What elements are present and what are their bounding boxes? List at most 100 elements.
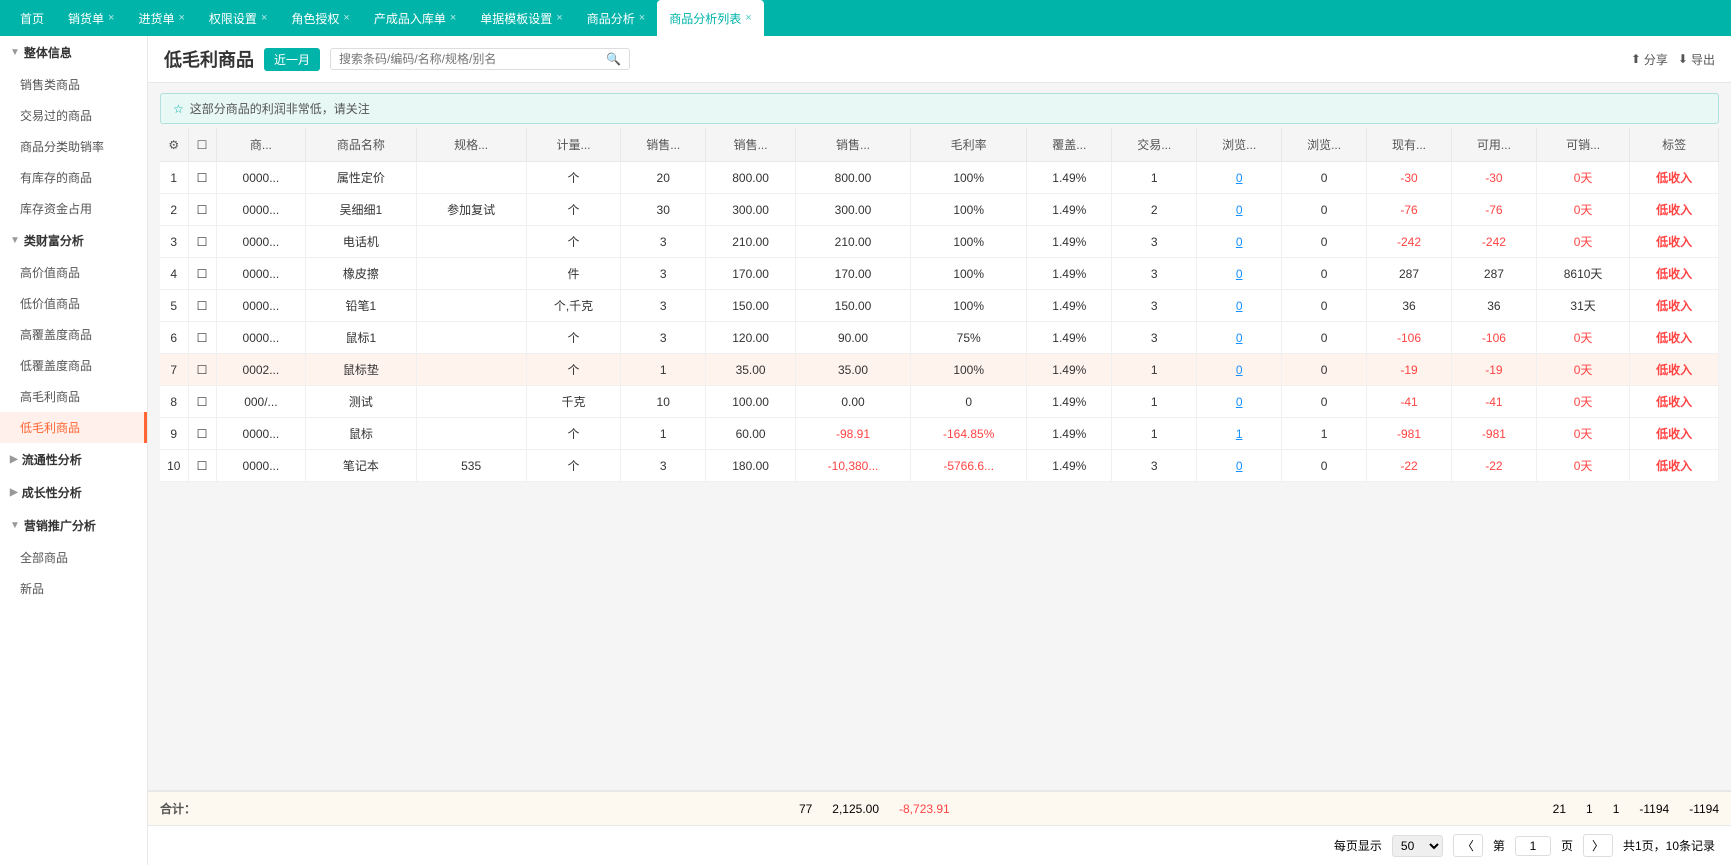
row-checkbox[interactable]: ☐: [188, 226, 216, 258]
unit-col-header[interactable]: 计量...: [526, 128, 621, 162]
row-sale1: 3: [621, 290, 706, 322]
sidebar-item-low-value[interactable]: 低价值商品: [0, 288, 147, 319]
row-name: 笔记本: [306, 450, 416, 482]
search-icon[interactable]: 🔍: [606, 52, 621, 66]
row-unit: 件: [526, 258, 621, 290]
row-checkbox[interactable]: ☐: [188, 354, 216, 386]
row-checkbox[interactable]: ☐: [188, 322, 216, 354]
nav-template[interactable]: 单据模板设置 ×: [468, 0, 574, 36]
spec-col-header[interactable]: 规格...: [416, 128, 526, 162]
sidebar-group-marketing[interactable]: ▼ 营销推广分析: [0, 509, 147, 542]
close-icon[interactable]: ×: [450, 12, 456, 24]
row-tag: 低收入: [1630, 322, 1719, 354]
row-browse1[interactable]: 0: [1197, 162, 1282, 194]
row-browse2: 0: [1282, 322, 1367, 354]
total-label: 合计：: [160, 800, 196, 817]
row-sale1: 1: [621, 418, 706, 450]
settings-col-header[interactable]: ⚙: [160, 128, 188, 162]
nav-analysis[interactable]: 商品分析 ×: [575, 0, 657, 36]
export-button[interactable]: ⬇ 导出: [1678, 51, 1715, 68]
row-name: 橡皮擦: [306, 258, 416, 290]
sidebar-item-high-value[interactable]: 高价值商品: [0, 257, 147, 288]
sidebar-group-overall[interactable]: ▼ 整体信息: [0, 36, 147, 69]
row-margin: 75%: [911, 322, 1027, 354]
per-page-select[interactable]: 50 100 200: [1392, 835, 1443, 857]
tag-col-header[interactable]: 标签: [1630, 128, 1719, 162]
browse2-col-header[interactable]: 浏览...: [1282, 128, 1367, 162]
row-checkbox[interactable]: ☐: [188, 258, 216, 290]
row-available: 287: [1451, 258, 1536, 290]
name-col-header[interactable]: 商品名称: [306, 128, 416, 162]
saleable-col-header[interactable]: 可销...: [1536, 128, 1629, 162]
row-browse1[interactable]: 0: [1197, 354, 1282, 386]
sale1-col-header[interactable]: 销售...: [621, 128, 706, 162]
next-page-button[interactable]: 〉: [1583, 834, 1613, 857]
row-browse1[interactable]: 0: [1197, 226, 1282, 258]
nav-role[interactable]: 角色授权 ×: [279, 0, 361, 36]
row-browse1[interactable]: 0: [1197, 258, 1282, 290]
stock-col-header[interactable]: 现有...: [1367, 128, 1452, 162]
row-code: 0000...: [216, 322, 306, 354]
sidebar-item-low-margin[interactable]: 低毛利商品: [0, 412, 147, 443]
row-checkbox[interactable]: ☐: [188, 418, 216, 450]
close-icon[interactable]: ×: [343, 12, 349, 24]
row-browse2: 1: [1282, 418, 1367, 450]
sidebar-item-category-rate[interactable]: 商品分类助销率: [0, 131, 147, 162]
margin-col-header[interactable]: 毛利率: [911, 128, 1027, 162]
row-checkbox[interactable]: ☐: [188, 450, 216, 482]
nav-sales[interactable]: 销货单 ×: [56, 0, 126, 36]
prev-page-button[interactable]: 〈: [1453, 834, 1483, 857]
filter-recent-month-button[interactable]: 近一月: [264, 48, 320, 71]
available-col-header[interactable]: 可用...: [1451, 128, 1536, 162]
nav-analysis-list[interactable]: 商品分析列表 ×: [657, 0, 763, 36]
sidebar-item-stocked-goods[interactable]: 有库存的商品: [0, 162, 147, 193]
sidebar-item-sales-goods[interactable]: 销售类商品: [0, 69, 147, 100]
close-icon[interactable]: ×: [108, 12, 114, 24]
row-tag: 低收入: [1630, 258, 1719, 290]
checkbox-col-header[interactable]: ☐: [188, 128, 216, 162]
sale3-col-header[interactable]: 销售...: [795, 128, 910, 162]
row-checkbox[interactable]: ☐: [188, 162, 216, 194]
close-icon[interactable]: ×: [178, 12, 184, 24]
row-checkbox[interactable]: ☐: [188, 386, 216, 418]
row-sale2: 210.00: [706, 226, 796, 258]
row-stock: -76: [1367, 194, 1452, 226]
row-checkbox[interactable]: ☐: [188, 194, 216, 226]
coverage-col-header[interactable]: 覆盖...: [1027, 128, 1112, 162]
row-stock: -41: [1367, 386, 1452, 418]
row-browse1[interactable]: 0: [1197, 386, 1282, 418]
search-input[interactable]: [339, 52, 606, 66]
row-browse1[interactable]: 0: [1197, 194, 1282, 226]
close-icon[interactable]: ×: [556, 12, 562, 24]
sidebar-group-circulation[interactable]: ▶ 流通性分析: [0, 443, 147, 476]
sidebar-item-all-goods[interactable]: 全部商品: [0, 542, 147, 573]
code-col-header[interactable]: 商...: [216, 128, 306, 162]
page-input[interactable]: [1515, 836, 1551, 856]
sidebar-item-stock-capital[interactable]: 库存资金占用: [0, 193, 147, 224]
sidebar-group-growth[interactable]: ▶ 成长性分析: [0, 476, 147, 509]
nav-purchase[interactable]: 进货单 ×: [126, 0, 196, 36]
sidebar-item-high-coverage[interactable]: 高覆盖度商品: [0, 319, 147, 350]
sidebar-item-new-goods[interactable]: 新品: [0, 573, 147, 604]
close-icon[interactable]: ×: [261, 12, 267, 24]
close-icon[interactable]: ×: [639, 12, 645, 24]
sale2-col-header[interactable]: 销售...: [706, 128, 796, 162]
nav-home[interactable]: 首页: [8, 0, 56, 36]
sidebar-item-traded-goods[interactable]: 交易过的商品: [0, 100, 147, 131]
sidebar-group-wealth[interactable]: ▼ 类财富分析: [0, 224, 147, 257]
row-browse1[interactable]: 0: [1197, 290, 1282, 322]
close-icon[interactable]: ×: [745, 12, 751, 24]
row-browse1[interactable]: 0: [1197, 450, 1282, 482]
search-box: 🔍: [330, 48, 630, 70]
nav-product-entry[interactable]: 产成品入库单 ×: [362, 0, 468, 36]
browse1-col-header[interactable]: 浏览...: [1197, 128, 1282, 162]
row-coverage: 1.49%: [1027, 290, 1112, 322]
row-browse1[interactable]: 1: [1197, 418, 1282, 450]
share-button[interactable]: ⬆ 分享: [1631, 51, 1668, 68]
sidebar-item-low-coverage[interactable]: 低覆盖度商品: [0, 350, 147, 381]
trade-col-header[interactable]: 交易...: [1112, 128, 1197, 162]
nav-permission[interactable]: 权限设置 ×: [197, 0, 279, 36]
row-checkbox[interactable]: ☐: [188, 290, 216, 322]
row-browse1[interactable]: 0: [1197, 322, 1282, 354]
sidebar-item-high-margin[interactable]: 高毛利商品: [0, 381, 147, 412]
